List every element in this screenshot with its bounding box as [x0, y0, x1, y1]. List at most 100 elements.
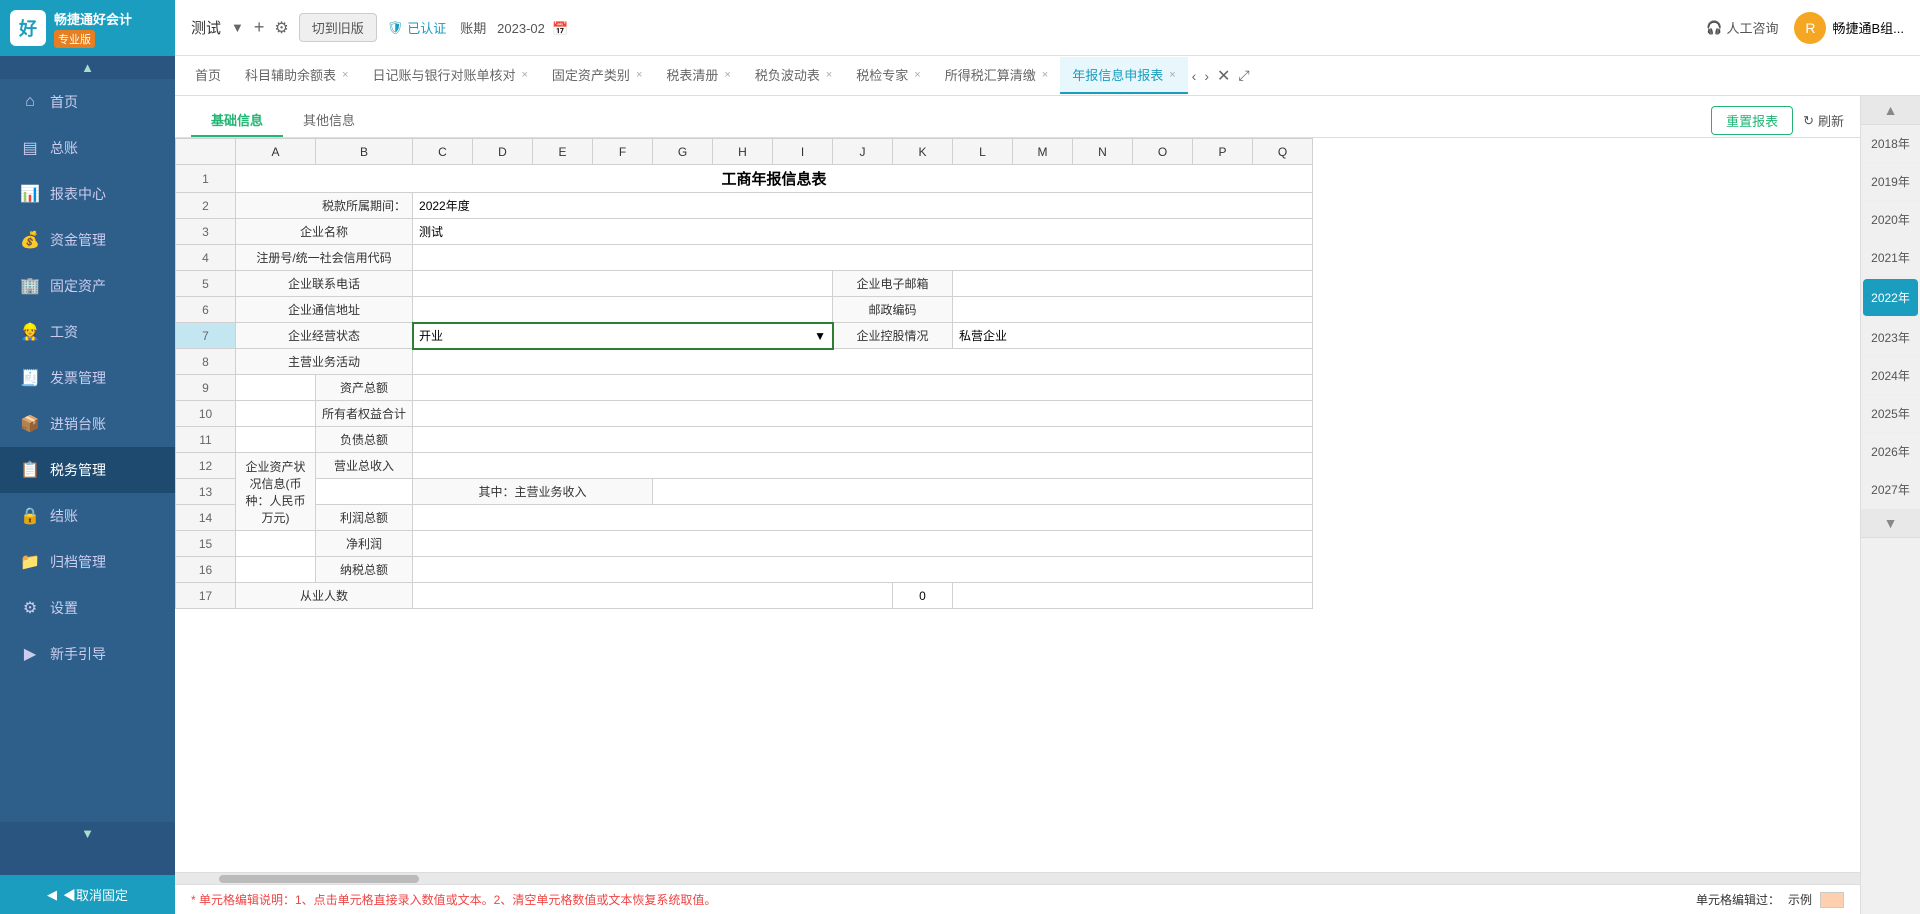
cell-5-value[interactable]	[413, 271, 833, 297]
row-header-15[interactable]: 15	[176, 531, 236, 557]
cell-4-label[interactable]: 注册号/统一社会信用代码	[236, 245, 413, 271]
cell-3-value[interactable]: 测试	[413, 219, 1313, 245]
row-header-17[interactable]: 17	[176, 583, 236, 609]
cell-11-a[interactable]	[236, 427, 316, 453]
cell-7-value2[interactable]: 私营企业	[953, 323, 1313, 349]
tab-aux-balance[interactable]: 科目辅助余额表 ×	[233, 57, 360, 94]
year-item-2022[interactable]: 2022年	[1863, 279, 1918, 317]
sidebar-item-finance[interactable]: 💰 资金管理	[0, 217, 175, 263]
cell-2-label[interactable]: 税款所属期间：	[236, 193, 413, 219]
cell-15-label[interactable]: 净利润	[316, 531, 413, 557]
col-header-b[interactable]: B	[316, 139, 413, 165]
row-header-1[interactable]: 1	[176, 165, 236, 193]
cell-10-a[interactable]	[236, 401, 316, 427]
col-header-e[interactable]: E	[533, 139, 593, 165]
sidebar-scroll-down[interactable]: ▼	[0, 822, 175, 845]
sidebar-scroll-up[interactable]: ▲	[0, 56, 175, 79]
row-header-4[interactable]: 4	[176, 245, 236, 271]
tab-close-icon[interactable]: ×	[1042, 69, 1048, 81]
cell-7-dropdown[interactable]: 开业 ▼	[413, 323, 833, 349]
tab-annual-report[interactable]: 年报信息申报表 ×	[1060, 57, 1187, 94]
cell-9-label[interactable]: 资产总额	[316, 375, 413, 401]
cell-17-value2[interactable]: 0	[893, 583, 953, 609]
sidebar-item-invoice[interactable]: 🧾 发票管理	[0, 355, 175, 401]
cell-4-value[interactable]	[413, 245, 1313, 271]
row-header-13[interactable]: 13	[176, 479, 236, 505]
row-header-12[interactable]: 12	[176, 453, 236, 479]
col-header-i[interactable]: I	[773, 139, 833, 165]
cell-12-value[interactable]	[413, 453, 1313, 479]
tab-close-icon[interactable]: ×	[1169, 69, 1175, 81]
row-header-8[interactable]: 8	[176, 349, 236, 375]
tab-basic-info[interactable]: 基础信息	[191, 104, 283, 137]
col-header-m[interactable]: M	[1013, 139, 1073, 165]
row-header-6[interactable]: 6	[176, 297, 236, 323]
cell-2-value[interactable]: 2022年度	[413, 193, 1313, 219]
col-header-q[interactable]: Q	[1253, 139, 1313, 165]
row-header-11[interactable]: 11	[176, 427, 236, 453]
cell-5-label[interactable]: 企业联系电话	[236, 271, 413, 297]
row-header-7[interactable]: 7	[176, 323, 236, 349]
scrollbar-h[interactable]	[175, 872, 1860, 884]
reset-report-button[interactable]: 重置报表	[1711, 106, 1793, 135]
year-item-2026[interactable]: 2026年	[1861, 433, 1920, 471]
cell-16-label[interactable]: 纳税总额	[316, 557, 413, 583]
tab-close-icon[interactable]: ×	[636, 69, 642, 81]
tab-nav-next[interactable]: ›	[1200, 68, 1213, 84]
cell-9-value[interactable]	[413, 375, 1313, 401]
cell-11-value[interactable]	[413, 427, 1313, 453]
col-header-n[interactable]: N	[1073, 139, 1133, 165]
cell-15-a[interactable]	[236, 531, 316, 557]
year-item-2023[interactable]: 2023年	[1861, 319, 1920, 357]
row-header-9[interactable]: 9	[176, 375, 236, 401]
col-header-g[interactable]: G	[653, 139, 713, 165]
col-header-o[interactable]: O	[1133, 139, 1193, 165]
tab-close-icon[interactable]: ×	[724, 69, 730, 81]
row-header-10[interactable]: 10	[176, 401, 236, 427]
add-tab-button[interactable]: +	[254, 17, 265, 38]
tab-close-all-button[interactable]: ✕	[1213, 66, 1234, 86]
cell-3-label[interactable]: 企业名称	[236, 219, 413, 245]
sidebar-item-inventory[interactable]: 📦 进销台账	[0, 401, 175, 447]
sidebar-item-guide[interactable]: ▶ 新手引导	[0, 631, 175, 677]
refresh-button[interactable]: ↻ 刷新	[1803, 111, 1844, 130]
cell-17-label[interactable]: 从业人数	[236, 583, 413, 609]
col-header-p[interactable]: P	[1193, 139, 1253, 165]
year-item-2018[interactable]: 2018年	[1861, 125, 1920, 163]
cell-5-label2[interactable]: 企业电子邮箱	[833, 271, 953, 297]
tab-tax-clearance[interactable]: 税表清册 ×	[654, 57, 742, 94]
tab-tax-expert[interactable]: 税检专家 ×	[844, 57, 932, 94]
cell-10-label[interactable]: 所有者权益合计	[316, 401, 413, 427]
cell-17-value3[interactable]	[953, 583, 1313, 609]
tab-tax-fluctuation[interactable]: 税负波动表 ×	[743, 57, 844, 94]
col-header-h[interactable]: H	[713, 139, 773, 165]
col-header-d[interactable]: D	[473, 139, 533, 165]
col-header-k[interactable]: K	[893, 139, 953, 165]
tab-home[interactable]: 首页	[183, 57, 233, 94]
year-panel-down[interactable]: ▼	[1861, 509, 1920, 538]
workspace-dropdown[interactable]: ▼	[231, 20, 244, 35]
tab-close-icon[interactable]: ×	[521, 69, 527, 81]
spreadsheet-container[interactable]: A B C D E F G H I J	[175, 138, 1860, 872]
tab-close-icon[interactable]: ×	[342, 69, 348, 81]
cancel-fixed-button[interactable]: ◀ ◀取消固定	[0, 875, 175, 914]
cell-13-b[interactable]	[316, 479, 413, 505]
tab-expand-button[interactable]: ⤢	[1234, 67, 1253, 84]
sidebar-item-assets[interactable]: 🏢 固定资产	[0, 263, 175, 309]
col-header-j[interactable]: J	[833, 139, 893, 165]
cell-14-value[interactable]	[413, 505, 1313, 531]
cell-6-label2[interactable]: 邮政编码	[833, 297, 953, 323]
cell-17-value1[interactable]	[413, 583, 893, 609]
col-header-f[interactable]: F	[593, 139, 653, 165]
cell-13-value[interactable]	[653, 479, 1313, 505]
cell-16-value[interactable]	[413, 557, 1313, 583]
year-item-2025[interactable]: 2025年	[1861, 395, 1920, 433]
year-item-2027[interactable]: 2027年	[1861, 471, 1920, 509]
cell-12-label[interactable]: 营业总收入	[316, 453, 413, 479]
sidebar-item-ledger[interactable]: ▤ 总账	[0, 125, 175, 171]
col-header-a[interactable]: A	[236, 139, 316, 165]
sidebar-item-tax[interactable]: 📋 税务管理	[0, 447, 175, 493]
cell-12-a-merged[interactable]: 企业资产状况信息(币种：人民币万元)	[236, 453, 316, 531]
cell-8-value[interactable]	[413, 349, 1313, 375]
cell-13-label[interactable]: 其中：主营业务收入	[413, 479, 653, 505]
